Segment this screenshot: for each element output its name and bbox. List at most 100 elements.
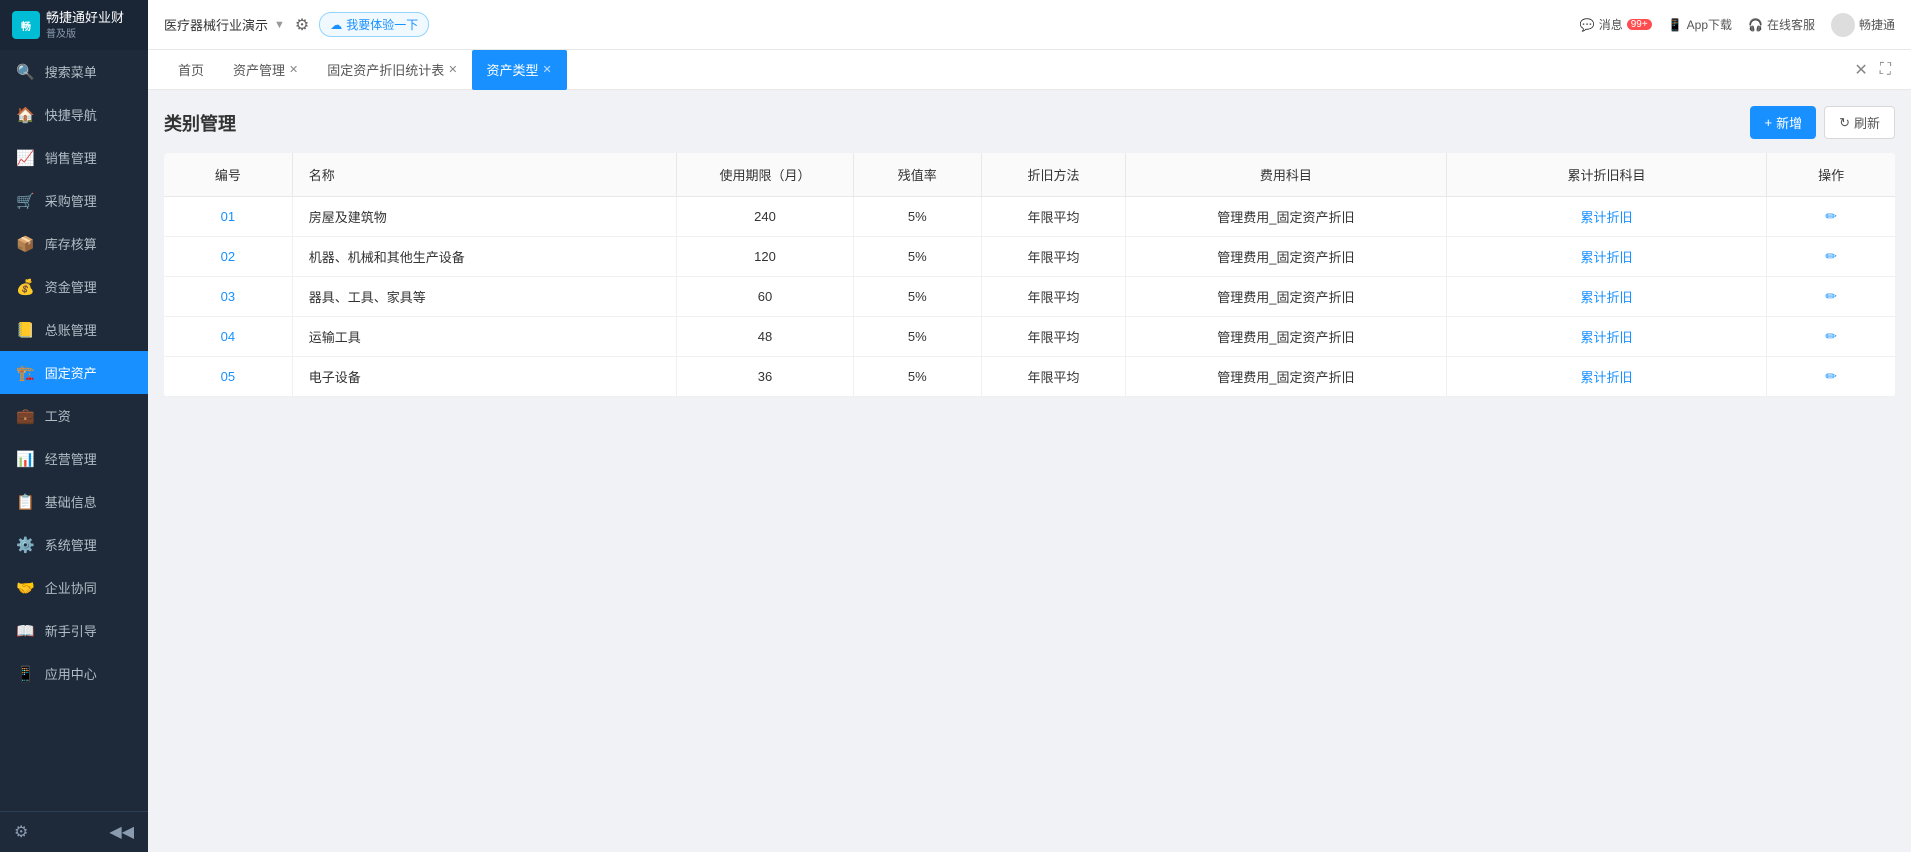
top-header: 医疗器械行业演示 ▼ ⚙ ☁ 我要体验一下 💬 消息 99+ 📱 App下载 🎧… [148, 0, 1911, 50]
ledger-icon: 📒 [16, 321, 35, 339]
fixed-assets-icon: 🏗️ [16, 364, 35, 382]
sidebar-item-purchase[interactable]: 🛒 采购管理 [0, 179, 148, 222]
cell-useful-life: 36 [677, 357, 853, 397]
sidebar-item-payroll[interactable]: 💼 工资 [0, 394, 148, 437]
settings-bottom-icon[interactable]: ⚙ [14, 822, 28, 842]
col-code: 编号 [164, 153, 292, 197]
sidebar-item-ledger[interactable]: 📒 总账管理 [0, 308, 148, 351]
tab-fixed-assets-table[interactable]: 固定资产折旧统计表 ✕ [313, 50, 472, 90]
table-row: 01 房屋及建筑物 240 5% 年限平均 管理费用_固定资产折旧 累计折旧 ✏ [164, 197, 1895, 237]
tab-asset-type[interactable]: 资产类型 ✕ [472, 50, 566, 90]
collapse-icon[interactable]: ◀◀ [109, 822, 134, 842]
table-row: 02 机器、机械和其他生产设备 120 5% 年限平均 管理费用_固定资产折旧 … [164, 237, 1895, 277]
cell-depreciation-method: 年限平均 [981, 197, 1125, 237]
cell-depreciation-method: 年限平均 [981, 277, 1125, 317]
cell-useful-life: 240 [677, 197, 853, 237]
cell-operation[interactable]: ✏ [1767, 277, 1895, 317]
guide-icon: 📖 [16, 622, 35, 640]
logo-text: 畅捷通好业财 普及版 [46, 10, 124, 41]
company-selector[interactable]: 医疗器械行业演示 ▼ [164, 15, 285, 34]
edit-button[interactable]: ✏ [1825, 248, 1837, 264]
content-area: 类别管理 + 新增 ↻ 刷新 编号 名称 使用期限（月） [148, 90, 1911, 852]
user-avatar [1831, 13, 1855, 37]
refresh-button[interactable]: ↻ 刷新 [1824, 106, 1895, 139]
sidebar-bottom: ⚙ ◀◀ [0, 811, 148, 852]
sidebar-item-fixed-assets[interactable]: 🏗️ 固定资产 [0, 351, 148, 394]
edit-button[interactable]: ✏ [1825, 328, 1837, 344]
table-row: 04 运输工具 48 5% 年限平均 管理费用_固定资产折旧 累计折旧 ✏ [164, 317, 1895, 357]
category-table: 编号 名称 使用期限（月） 残值率 折旧方法 费用科目 累计折旧科目 操作 01… [164, 153, 1895, 397]
purchase-icon: 🛒 [16, 192, 35, 210]
cell-operation[interactable]: ✏ [1767, 237, 1895, 277]
cell-residual-rate: 5% [853, 317, 981, 357]
tab-bar-actions: ✕ ⛶ [1850, 56, 1895, 84]
customer-service-icon: 🎧 [1748, 18, 1763, 32]
cell-residual-rate: 5% [853, 237, 981, 277]
cell-operation[interactable]: ✏ [1767, 197, 1895, 237]
col-name: 名称 [292, 153, 677, 197]
cell-accumulated-subject: 累计折旧 [1446, 197, 1767, 237]
cell-depreciation-method: 年限平均 [981, 237, 1125, 277]
sidebar-item-operations[interactable]: 📊 经营管理 [0, 437, 148, 480]
cell-operation[interactable]: ✏ [1767, 357, 1895, 397]
page-actions: + 新增 ↻ 刷新 [1750, 106, 1895, 139]
header-settings-icon[interactable]: ⚙ [295, 15, 309, 35]
cell-accumulated-subject: 累计折旧 [1446, 317, 1767, 357]
tab-home[interactable]: 首页 [164, 50, 219, 90]
main-area: 医疗器械行业演示 ▼ ⚙ ☁ 我要体验一下 💬 消息 99+ 📱 App下载 🎧… [148, 0, 1911, 852]
cell-residual-rate: 5% [853, 357, 981, 397]
col-useful-life: 使用期限（月） [677, 153, 853, 197]
tab-close-window-icon[interactable]: ✕ [1850, 56, 1871, 84]
cell-expense-subject: 管理费用_固定资产折旧 [1126, 277, 1447, 317]
sidebar-item-app-center[interactable]: 📱 应用中心 [0, 652, 148, 695]
inventory-icon: 📦 [16, 235, 35, 253]
payroll-icon: 💼 [16, 407, 35, 425]
trial-text: 我要体验一下 [346, 16, 418, 33]
sidebar-item-base-info[interactable]: 📋 基础信息 [0, 480, 148, 523]
user-info[interactable]: 畅捷通 [1831, 13, 1895, 37]
header-right: 💬 消息 99+ 📱 App下载 🎧 在线客服 畅捷通 [1580, 13, 1895, 37]
sidebar-logo: 畅 畅捷通好业财 普及版 [0, 0, 148, 50]
edit-button[interactable]: ✏ [1825, 368, 1837, 384]
trial-badge[interactable]: ☁ 我要体验一下 [319, 12, 429, 37]
sidebar-item-finance[interactable]: 💰 资金管理 [0, 265, 148, 308]
sidebar-item-system[interactable]: ⚙️ 系统管理 [0, 523, 148, 566]
cell-expense-subject: 管理费用_固定资产折旧 [1126, 317, 1447, 357]
edit-button[interactable]: ✏ [1825, 208, 1837, 224]
cell-code: 05 [164, 357, 292, 397]
tab-close-fixed-assets-table[interactable]: ✕ [448, 63, 457, 76]
cell-expense-subject: 管理费用_固定资产折旧 [1126, 197, 1447, 237]
col-expense-subject: 费用科目 [1126, 153, 1447, 197]
company-arrow-icon: ▼ [274, 19, 285, 31]
cell-name: 运输工具 [292, 317, 677, 357]
tab-expand-icon[interactable]: ⛶ [1876, 57, 1895, 83]
home-icon: 🏠 [16, 106, 35, 124]
cell-operation[interactable]: ✏ [1767, 317, 1895, 357]
sidebar-item-search[interactable]: 🔍 搜索菜单 [0, 50, 148, 93]
cell-name: 房屋及建筑物 [292, 197, 677, 237]
cell-residual-rate: 5% [853, 277, 981, 317]
edit-button[interactable]: ✏ [1825, 288, 1837, 304]
sidebar-item-guide[interactable]: 📖 新手引导 [0, 609, 148, 652]
table-row: 03 器具、工具、家具等 60 5% 年限平均 管理费用_固定资产折旧 累计折旧… [164, 277, 1895, 317]
sidebar-item-inventory[interactable]: 📦 库存核算 [0, 222, 148, 265]
new-button[interactable]: + 新增 [1750, 106, 1816, 139]
app-download-button[interactable]: 📱 App下载 [1668, 16, 1732, 33]
cell-depreciation-method: 年限平均 [981, 317, 1125, 357]
sidebar-item-sales[interactable]: 📈 销售管理 [0, 136, 148, 179]
messages-button[interactable]: 💬 消息 99+ [1580, 16, 1652, 33]
page-header: 类别管理 + 新增 ↻ 刷新 [164, 106, 1895, 139]
table-container: 编号 名称 使用期限（月） 残值率 折旧方法 费用科目 累计折旧科目 操作 01… [164, 153, 1895, 397]
tab-close-asset-management[interactable]: ✕ [289, 63, 298, 76]
cell-useful-life: 48 [677, 317, 853, 357]
customer-service-button[interactable]: 🎧 在线客服 [1748, 16, 1815, 33]
sidebar-item-enterprise[interactable]: 🤝 企业协同 [0, 566, 148, 609]
tab-close-asset-type[interactable]: ✕ [543, 63, 552, 76]
tab-asset-management[interactable]: 资产管理 ✕ [219, 50, 313, 90]
app-download-label: App下载 [1687, 16, 1732, 33]
sidebar: 畅 畅捷通好业财 普及版 🔍 搜索菜单 🏠 快捷导航 📈 销售管理 🛒 采购管理… [0, 0, 148, 852]
col-depreciation-method: 折旧方法 [981, 153, 1125, 197]
sidebar-item-quick-nav[interactable]: 🏠 快捷导航 [0, 93, 148, 136]
cell-code: 04 [164, 317, 292, 357]
cell-accumulated-subject: 累计折旧 [1446, 237, 1767, 277]
